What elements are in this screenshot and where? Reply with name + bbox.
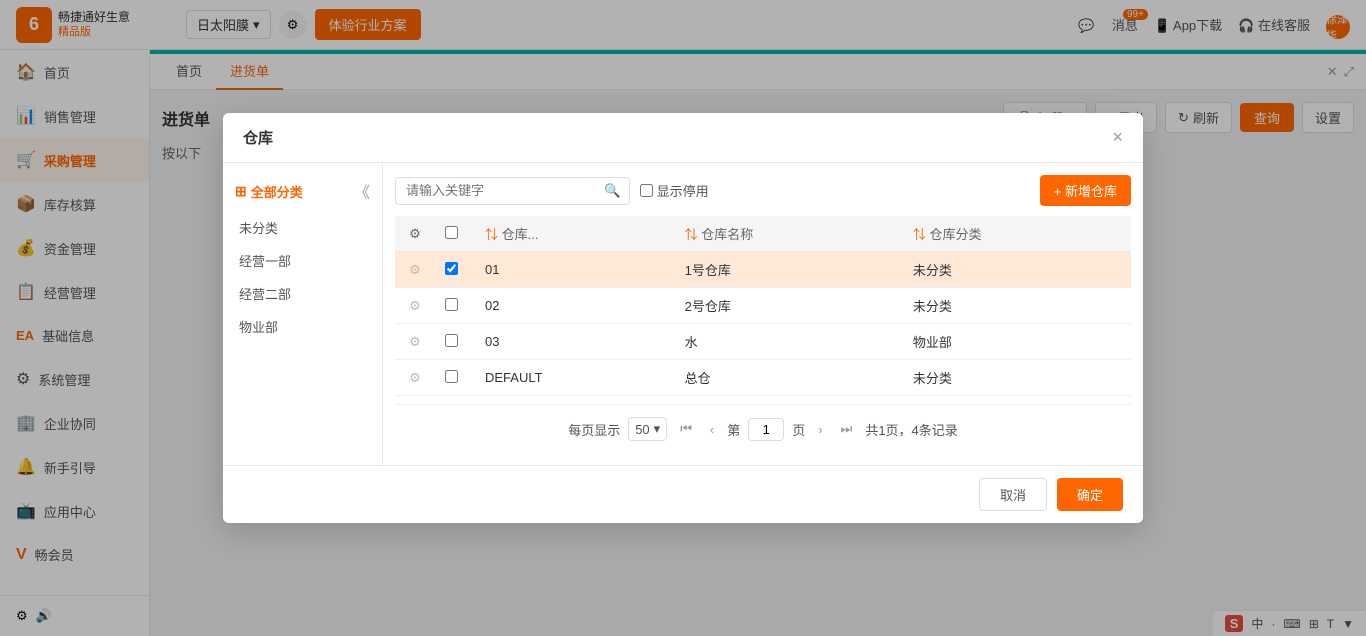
th-checkbox bbox=[435, 216, 475, 252]
row-name-3: 水 bbox=[675, 324, 903, 360]
row-cat-3: 物业部 bbox=[903, 324, 1131, 360]
table-row[interactable]: ⚙ DEFAULT 总仓 未分类 bbox=[395, 360, 1131, 396]
page-unit: 页 bbox=[792, 420, 805, 439]
row-settings-2: ⚙ bbox=[395, 288, 435, 324]
row-settings-1: ⚙ bbox=[395, 252, 435, 288]
grid-icon: ⊞ bbox=[235, 183, 247, 200]
pagination: 每页显示 50 ▾ ⏮ ‹ 第 页 › ⏭ 共1页，4条记录 bbox=[395, 404, 1131, 453]
th-settings: ⚙ bbox=[395, 216, 435, 252]
sort-icon2: ⇅ bbox=[685, 227, 698, 242]
dialog-body: ⊞ 全部分类 《 未分类 经营一部 经营二部 物业部 🔍 bbox=[223, 163, 1143, 465]
row-name-4: 总仓 bbox=[675, 360, 903, 396]
th-name: ⇅ 仓库名称 bbox=[675, 216, 903, 252]
sort-icon3: ⇅ bbox=[913, 227, 926, 242]
page-number-input[interactable] bbox=[748, 418, 784, 441]
row-cat-2: 未分类 bbox=[903, 288, 1131, 324]
th-code: ⇅ 仓库... bbox=[475, 216, 675, 252]
next-page-button[interactable]: › bbox=[813, 420, 827, 439]
show-disabled-toggle[interactable]: 显示停用 bbox=[640, 181, 709, 200]
cat-item-ops2[interactable]: 经营二部 bbox=[223, 277, 382, 310]
category-collapse-button[interactable]: 《 bbox=[354, 179, 370, 203]
cancel-button[interactable]: 取消 bbox=[979, 478, 1047, 511]
prev-page-button[interactable]: ‹ bbox=[705, 420, 719, 439]
row-cat-1: 未分类 bbox=[903, 252, 1131, 288]
last-page-button[interactable]: ⏭ bbox=[836, 419, 858, 439]
row-settings-4: ⚙ bbox=[395, 360, 435, 396]
table-toolbar: 🔍 显示停用 + 新增仓库 bbox=[395, 175, 1131, 206]
dialog-title: 仓库 bbox=[243, 127, 273, 148]
total-records: 共1页，4条记录 bbox=[865, 420, 957, 439]
dialog-close-button[interactable]: × bbox=[1112, 127, 1123, 148]
dialog-footer: 取消 确定 bbox=[223, 465, 1143, 523]
warehouse-dialog: 仓库 × ⊞ 全部分类 《 未分类 经营一部 经营二部 物业部 bbox=[223, 113, 1143, 523]
per-page-chevron: ▾ bbox=[654, 421, 661, 437]
row-code-1: 01 bbox=[475, 252, 675, 288]
table-panel: 🔍 显示停用 + 新增仓库 ⚙ ⇅ bbox=[383, 163, 1143, 465]
row-name-1: 1号仓库 bbox=[675, 252, 903, 288]
row-cat-4: 未分类 bbox=[903, 360, 1131, 396]
th-category: ⇅ 仓库分类 bbox=[903, 216, 1131, 252]
warehouse-table: ⚙ ⇅ 仓库... ⇅ 仓库名称 ⇅ bbox=[395, 216, 1131, 396]
row-check-3[interactable] bbox=[435, 324, 475, 360]
row-code-2: 02 bbox=[475, 288, 675, 324]
search-box: 🔍 bbox=[395, 177, 630, 205]
table-row[interactable]: ⚙ 03 水 物业部 bbox=[395, 324, 1131, 360]
category-all-label[interactable]: ⊞ 全部分类 bbox=[235, 182, 303, 201]
sort-icon: ⇅ bbox=[485, 227, 498, 242]
row-name-2: 2号仓库 bbox=[675, 288, 903, 324]
per-page-label: 每页显示 bbox=[568, 420, 620, 439]
show-disabled-checkbox[interactable] bbox=[640, 184, 653, 197]
modal-overlay: 仓库 × ⊞ 全部分类 《 未分类 经营一部 经营二部 物业部 bbox=[0, 0, 1366, 636]
select-all-checkbox[interactable] bbox=[445, 226, 458, 239]
row-check-1[interactable] bbox=[435, 252, 475, 288]
cat-item-property[interactable]: 物业部 bbox=[223, 310, 382, 343]
row-code-4: DEFAULT bbox=[475, 360, 675, 396]
confirm-button[interactable]: 确定 bbox=[1057, 478, 1123, 511]
category-panel: ⊞ 全部分类 《 未分类 经营一部 经营二部 物业部 bbox=[223, 163, 383, 465]
row-check-2[interactable] bbox=[435, 288, 475, 324]
add-warehouse-button[interactable]: + 新增仓库 bbox=[1040, 175, 1131, 206]
row-check-4[interactable] bbox=[435, 360, 475, 396]
search-input[interactable] bbox=[396, 178, 596, 203]
first-page-button[interactable]: ⏮ bbox=[675, 419, 697, 439]
cat-item-uncategorized[interactable]: 未分类 bbox=[223, 211, 382, 244]
table-row[interactable]: ⚙ 01 1号仓库 未分类 bbox=[395, 252, 1131, 288]
row-settings-3: ⚙ bbox=[395, 324, 435, 360]
dialog-header: 仓库 × bbox=[223, 113, 1143, 163]
row-code-3: 03 bbox=[475, 324, 675, 360]
cat-item-ops1[interactable]: 经营一部 bbox=[223, 244, 382, 277]
per-page-select[interactable]: 50 ▾ bbox=[628, 417, 667, 441]
category-header: ⊞ 全部分类 《 bbox=[223, 173, 382, 211]
table-row[interactable]: ⚙ 02 2号仓库 未分类 bbox=[395, 288, 1131, 324]
search-button[interactable]: 🔍 bbox=[596, 178, 629, 204]
page-label: 第 bbox=[727, 420, 740, 439]
